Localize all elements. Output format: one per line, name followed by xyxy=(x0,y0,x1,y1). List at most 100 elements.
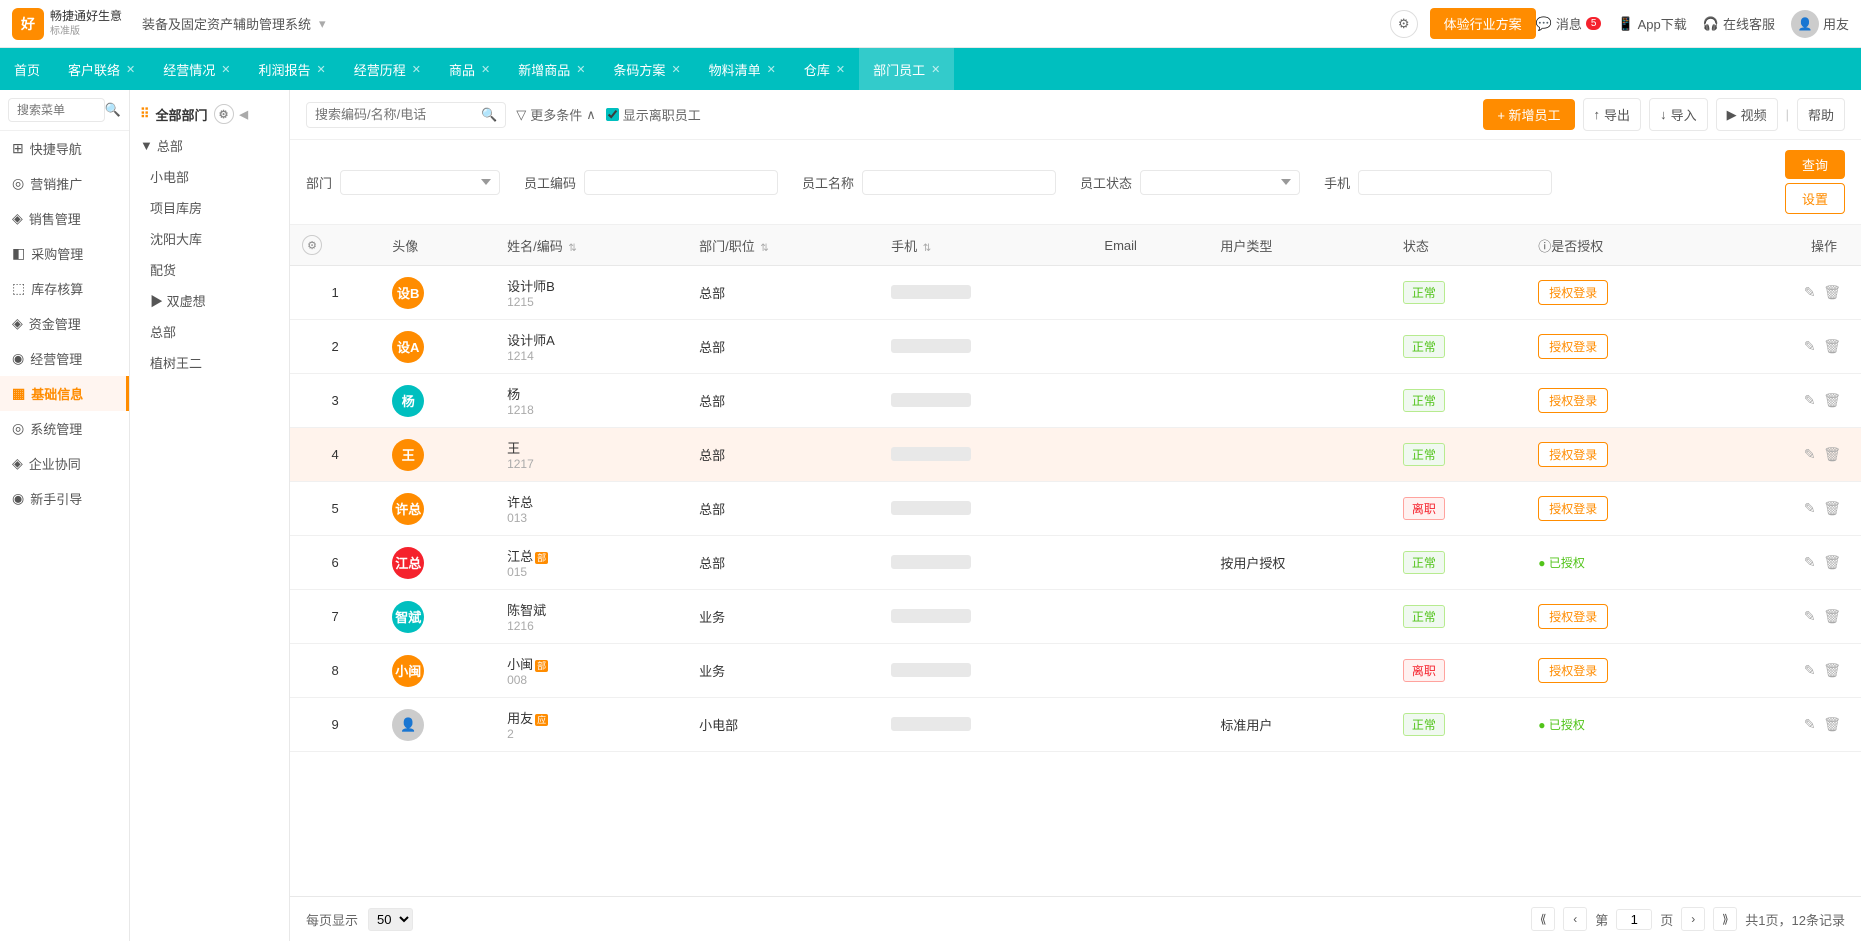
dept-group-总部[interactable]: ▼总部 xyxy=(130,130,289,161)
message-button[interactable]: 💬 消息 5 xyxy=(1536,14,1602,33)
search-button[interactable]: 查询 xyxy=(1785,150,1845,179)
tab-close-icon[interactable]: ✕ xyxy=(317,63,326,76)
video-button[interactable]: ▶ 视频 xyxy=(1716,98,1778,131)
dept-item-项目库房[interactable]: 项目库房 xyxy=(130,192,289,223)
dept-collapse-icon[interactable]: ◀ xyxy=(240,108,248,121)
edit-button[interactable]: ✎ xyxy=(1804,554,1816,570)
nav-tab-首页[interactable]: 首页 xyxy=(0,48,54,90)
next-page-button[interactable]: › xyxy=(1681,907,1705,931)
sidebar-search-input[interactable] xyxy=(8,98,105,122)
auth-button[interactable]: 授权登录 xyxy=(1538,604,1608,629)
tab-close-icon[interactable]: ✕ xyxy=(221,63,230,76)
filter-dept-select[interactable] xyxy=(340,170,500,195)
edit-button[interactable]: ✎ xyxy=(1804,446,1816,462)
edit-button[interactable]: ✎ xyxy=(1804,338,1816,354)
trial-button[interactable]: 体验行业方案 xyxy=(1430,8,1536,39)
nav-tab-仓库[interactable]: 仓库✕ xyxy=(790,48,859,90)
filter-status-select[interactable] xyxy=(1140,170,1300,195)
dropdown-icon[interactable]: ▾ xyxy=(319,16,326,32)
user-area[interactable]: 👤 用友 xyxy=(1791,10,1849,38)
import-button[interactable]: ↓ 导入 xyxy=(1649,98,1708,131)
more-filters-button[interactable]: ▽ 更多条件 ∧ xyxy=(516,105,596,124)
sidebar-item-purchase[interactable]: ◧采购管理 xyxy=(0,236,129,271)
tab-close-icon[interactable]: ✕ xyxy=(836,63,845,76)
edit-button[interactable]: ✎ xyxy=(1804,716,1816,732)
delete-button[interactable]: 🗑 xyxy=(1823,392,1841,408)
filter-phone-input[interactable] xyxy=(1358,170,1552,195)
help-button[interactable]: 帮助 xyxy=(1797,98,1845,131)
tab-close-icon[interactable]: ✕ xyxy=(412,63,421,76)
sidebar-item-basic-info[interactable]: ▦基础信息 xyxy=(0,376,129,411)
page-number-input[interactable] xyxy=(1616,909,1652,930)
delete-button[interactable]: 🗑 xyxy=(1823,716,1841,732)
sidebar-item-inventory[interactable]: ⬚库存核算 xyxy=(0,271,129,306)
delete-button[interactable]: 🗑 xyxy=(1823,284,1841,300)
nav-tab-经营历程[interactable]: 经营历程✕ xyxy=(340,48,435,90)
edit-button[interactable]: ✎ xyxy=(1804,608,1816,624)
online-service-button[interactable]: 🎧 在线客服 xyxy=(1703,14,1775,33)
tab-close-icon[interactable]: ✕ xyxy=(671,63,680,76)
delete-button[interactable]: 🗑 xyxy=(1823,500,1841,516)
tab-close-icon[interactable]: ✕ xyxy=(931,63,940,76)
last-page-button[interactable]: ⟫ xyxy=(1713,907,1737,931)
auth-button[interactable]: 授权登录 xyxy=(1538,496,1608,521)
dept-settings-icon[interactable]: ⚙ xyxy=(214,104,234,124)
auth-button[interactable]: 授权登录 xyxy=(1538,442,1608,467)
tab-close-icon[interactable]: ✕ xyxy=(576,63,585,76)
sidebar-item-operations[interactable]: ◉经营管理 xyxy=(0,341,129,376)
dept-item-双虚想[interactable]: ▶ 双虚想 xyxy=(130,285,289,316)
sidebar-item-quick-nav[interactable]: ⊞快捷导航 xyxy=(0,131,129,166)
dept-item-总部[interactable]: 总部 xyxy=(130,316,289,347)
filter-empname-input[interactable] xyxy=(862,170,1056,195)
delete-button[interactable]: 🗑 xyxy=(1823,608,1841,624)
delete-button[interactable]: 🗑 xyxy=(1823,338,1841,354)
sidebar-item-guide[interactable]: ◉新手引导 xyxy=(0,481,129,516)
prev-page-button[interactable]: ‹ xyxy=(1563,907,1587,931)
sidebar-item-system[interactable]: ◎系统管理 xyxy=(0,411,129,446)
dept-item-沈阳大库[interactable]: 沈阳大库 xyxy=(130,223,289,254)
nav-tab-商品[interactable]: 商品✕ xyxy=(435,48,504,90)
auth-button[interactable]: 授权登录 xyxy=(1538,658,1608,683)
delete-button[interactable]: 🗑 xyxy=(1823,554,1841,570)
export-button[interactable]: ↑ 导出 xyxy=(1583,98,1642,131)
per-page-select[interactable]: 50 xyxy=(368,908,413,931)
nav-tab-部门员工[interactable]: 部门员工✕ xyxy=(859,48,954,90)
gear-button[interactable]: ⚙ xyxy=(1390,10,1418,38)
show-resigned-checkbox[interactable] xyxy=(606,108,619,121)
sidebar-item-marketing[interactable]: ◎营销推广 xyxy=(0,166,129,201)
first-page-button[interactable]: ⟪ xyxy=(1531,907,1555,931)
delete-button[interactable]: 🗑 xyxy=(1823,662,1841,678)
filter-empcode-input[interactable] xyxy=(584,170,778,195)
edit-button[interactable]: ✎ xyxy=(1804,392,1816,408)
set-button[interactable]: 设置 xyxy=(1785,183,1845,214)
dept-item-植树王二[interactable]: 植树王二 xyxy=(130,347,289,378)
auth-button[interactable]: 授权登录 xyxy=(1538,334,1608,359)
tab-close-icon[interactable]: ✕ xyxy=(767,63,776,76)
edit-button[interactable]: ✎ xyxy=(1804,662,1816,678)
filter-expand-icon: ∧ xyxy=(586,107,596,123)
auth-button[interactable]: 授权登录 xyxy=(1538,388,1608,413)
nav-tab-客户联络[interactable]: 客户联络✕ xyxy=(54,48,149,90)
sidebar-item-sales[interactable]: ◈销售管理 xyxy=(0,201,129,236)
search-input[interactable] xyxy=(315,107,475,122)
add-employee-button[interactable]: + 新增员工 xyxy=(1483,99,1574,130)
dept-item-小电部[interactable]: 小电部 xyxy=(130,161,289,192)
auth-button[interactable]: 授权登录 xyxy=(1538,280,1608,305)
show-resigned-label[interactable]: 显示离职员工 xyxy=(606,105,701,124)
sidebar-item-enterprise[interactable]: ◈企业协同 xyxy=(0,446,129,481)
tab-close-icon[interactable]: ✕ xyxy=(481,63,490,76)
dept-item-配货[interactable]: 配货 xyxy=(130,254,289,285)
row-number: 3 xyxy=(290,374,380,428)
app-download-button[interactable]: 📱 App下载 xyxy=(1617,14,1686,33)
delete-button[interactable]: 🗑 xyxy=(1823,446,1841,462)
nav-tab-经营情况[interactable]: 经营情况✕ xyxy=(149,48,244,90)
nav-tab-利润报告[interactable]: 利润报告✕ xyxy=(244,48,339,90)
edit-button[interactable]: ✎ xyxy=(1804,284,1816,300)
nav-tab-条码方案[interactable]: 条码方案✕ xyxy=(599,48,694,90)
sidebar: 🔍 ⊞快捷导航◎营销推广◈销售管理◧采购管理⬚库存核算◈资金管理◉经营管理▦基础… xyxy=(0,90,130,941)
nav-tab-新增商品[interactable]: 新增商品✕ xyxy=(504,48,599,90)
tab-close-icon[interactable]: ✕ xyxy=(126,63,135,76)
nav-tab-物料清单[interactable]: 物料清单✕ xyxy=(695,48,790,90)
sidebar-item-finance[interactable]: ◈资金管理 xyxy=(0,306,129,341)
edit-button[interactable]: ✎ xyxy=(1804,500,1816,516)
